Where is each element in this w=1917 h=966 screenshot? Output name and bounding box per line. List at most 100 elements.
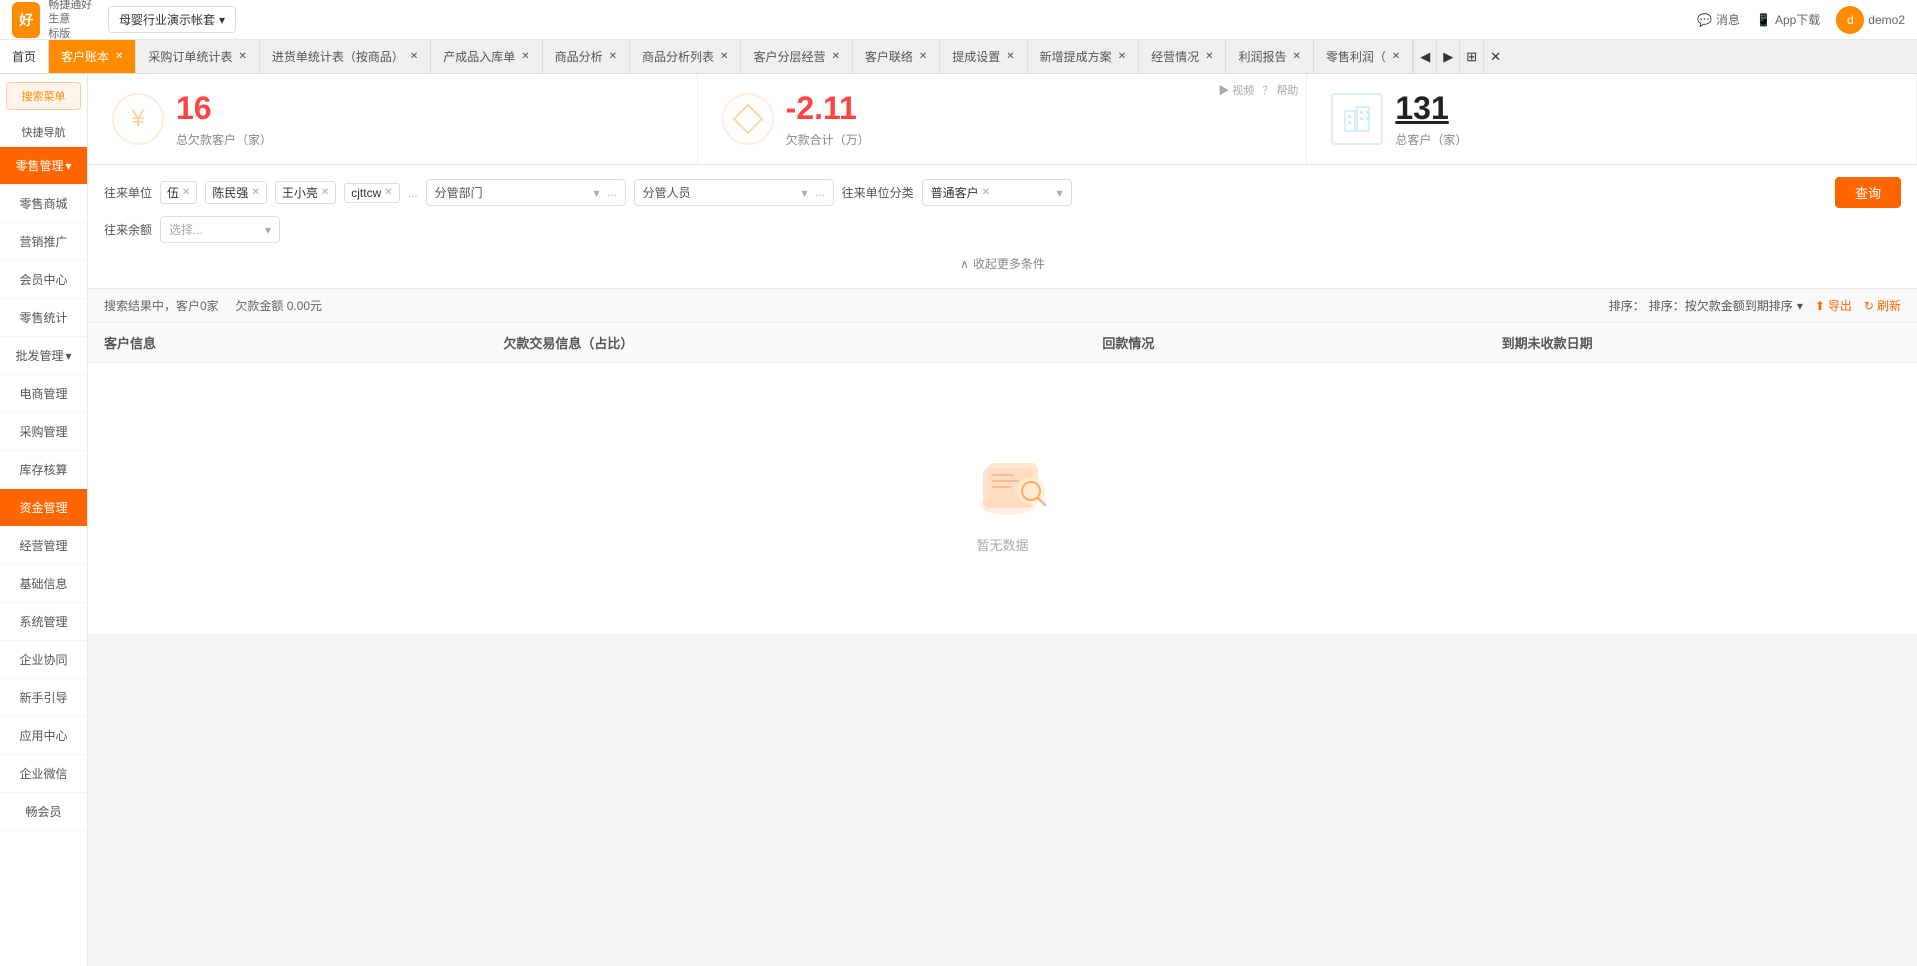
tab-close-product-analysis-list[interactable]: ✕ (720, 51, 728, 62)
sidebar-item-basic-info[interactable]: 基础信息 (0, 565, 87, 603)
tab-profit-report[interactable]: 利润报告 ✕ (1226, 40, 1313, 74)
tab-purchase-stats[interactable]: 进货单统计表（按商品） ✕ (260, 40, 431, 74)
dept-selector[interactable]: 分管部门 ▾ ... (426, 179, 626, 206)
chevron-down-icon: ▾ (1797, 299, 1803, 313)
sidebar-item-inventory[interactable]: 库存核算 (0, 451, 87, 489)
empty-state: 暂无数据 (88, 363, 1917, 634)
sidebar-item-enterprise-collab[interactable]: 企业协同 (0, 641, 87, 679)
balance-selector[interactable]: 选择... ▾ (160, 216, 280, 243)
sidebar-item-purchase[interactable]: 采购管理 (0, 413, 87, 451)
tab-close-new-commission[interactable]: ✕ (1118, 51, 1126, 62)
tab-purchase-order[interactable]: 采购订单统计表 ✕ (136, 40, 259, 74)
filter-tag-close-1[interactable]: ✕ (182, 187, 190, 198)
sidebar-item-ecommerce[interactable]: 电商管理 (0, 375, 87, 413)
top-header: 好 畅捷通好生意 标版 母婴行业演示帐套 ▾ 💬 消息 📱 App下载 d de… (0, 0, 1917, 40)
filter-tag-close-2[interactable]: ✕ (251, 187, 259, 198)
person-selector[interactable]: 分管人员 ▾ ... (634, 179, 834, 206)
video-link[interactable]: ▶ 视频 (1218, 82, 1254, 98)
tab-close-purchase-order[interactable]: ✕ (238, 51, 246, 62)
tab-finished-goods[interactable]: 产成品入库单 ✕ (431, 40, 542, 74)
filter-label-unit: 往来单位 (104, 184, 152, 201)
tab-customer-ledger[interactable]: 客户账本 ✕ (49, 40, 136, 74)
collapse-filter-btn[interactable]: ∧ 收起更多条件 (104, 251, 1901, 276)
tab-nav-next[interactable]: ▶ (1436, 40, 1459, 74)
table-col-debt-info: 欠款交易信息（占比） (503, 333, 1102, 352)
user-menu[interactable]: d demo2 (1836, 6, 1905, 34)
tab-close-finished-goods[interactable]: ✕ (521, 51, 529, 62)
stat-label-total-customers: 总客户（家） (1395, 131, 1467, 148)
sidebar-item-marketing[interactable]: 营销推广 (0, 223, 87, 261)
tab-close-customer-contact[interactable]: ✕ (919, 51, 927, 62)
tab-customer-tier[interactable]: 客户分层经营 ✕ (741, 40, 852, 74)
tab-close-customer-tier[interactable]: ✕ (831, 51, 839, 62)
tab-close-commission-settings[interactable]: ✕ (1006, 51, 1014, 62)
refresh-btn[interactable]: ↻ 刷新 (1864, 297, 1901, 314)
filter-tag-1[interactable]: 伍 ✕ (160, 181, 197, 204)
quick-nav-btn[interactable]: 快捷导航 (0, 118, 87, 147)
sidebar-item-new-guide[interactable]: 新手引导 (0, 679, 87, 717)
tab-nav-expand[interactable]: ⊞ (1459, 40, 1483, 74)
category-tag-close[interactable]: ✕ (982, 187, 990, 198)
chevron-down-icon: ▾ (801, 186, 807, 200)
category-tag[interactable]: 普通客户 ✕ (931, 184, 990, 201)
table-col-collection: 回款情况 (1102, 333, 1501, 352)
tab-close-purchase-stats[interactable]: ✕ (410, 51, 418, 62)
sidebar-item-app-center[interactable]: 应用中心 (0, 717, 87, 755)
tab-close-customer-ledger[interactable]: ✕ (115, 51, 123, 62)
table-col-customer-info: 客户信息 (104, 333, 503, 352)
tab-new-commission[interactable]: 新增提成方案 ✕ (1028, 40, 1139, 74)
filter-more-units[interactable]: ... (408, 186, 418, 200)
tab-customer-contact[interactable]: 客户联络 ✕ (853, 40, 940, 74)
sidebar-item-retail-management[interactable]: 零售管理 ▾ (0, 147, 87, 185)
search-menu-btn[interactable]: 搜索菜单 (6, 82, 81, 110)
sidebar-item-retail-mall[interactable]: 零售商城 (0, 185, 87, 223)
export-btn[interactable]: ⬆ 导出 (1815, 297, 1852, 314)
sidebar-item-wholesale[interactable]: 批发管理 ▾ (0, 337, 87, 375)
sort-icon: 排序： (1609, 297, 1645, 314)
sidebar-item-system[interactable]: 系统管理 (0, 603, 87, 641)
stat-number-total-customers: 131 (1395, 90, 1467, 127)
tab-nav-prev[interactable]: ◀ (1413, 40, 1436, 74)
sidebar-item-enterprise-wechat[interactable]: 企业微信 (0, 755, 87, 793)
sidebar-item-membership[interactable]: 会员中心 (0, 261, 87, 299)
dept-more-icon: ... (607, 187, 616, 199)
tab-close-profit-report[interactable]: ✕ (1293, 51, 1301, 62)
filter-tag-close-4[interactable]: ✕ (384, 187, 392, 198)
chevron-up-icon: ∧ (960, 257, 969, 271)
chevron-down-icon: ▾ (265, 223, 271, 237)
avatar: d (1836, 6, 1864, 34)
sidebar-item-finance[interactable]: 资金管理 (0, 489, 87, 527)
tab-close-product-analysis[interactable]: ✕ (609, 51, 617, 62)
filter-tag-3[interactable]: 王小亮 ✕ (275, 181, 336, 204)
query-button[interactable]: 查询 (1835, 177, 1901, 208)
empty-icon (963, 443, 1043, 523)
sort-selector[interactable]: 排序： 排序：按欠款金额到期排序 ▾ (1609, 297, 1803, 314)
stat-icon-1: ¥ (112, 93, 164, 145)
help-link[interactable]: ？ 帮助 (1262, 82, 1298, 98)
refresh-icon: ↻ (1864, 299, 1874, 313)
sidebar-item-retail-stats[interactable]: 零售统计 (0, 299, 87, 337)
tab-close-retail-profit[interactable]: ✕ (1392, 51, 1400, 62)
tab-commission-settings[interactable]: 提成设置 ✕ (940, 40, 1027, 74)
stat-label-debt-total: 欠款合计（万） (786, 131, 870, 148)
sidebar-item-operations[interactable]: 经营管理 (0, 527, 87, 565)
category-selector[interactable]: 普通客户 ✕ ▾ (922, 179, 1072, 206)
messages-btn[interactable]: 💬 消息 (1697, 11, 1740, 28)
tab-business-status[interactable]: 经营情况 ✕ (1139, 40, 1226, 74)
building-icon (1341, 103, 1373, 135)
tab-product-analysis-list[interactable]: 商品分析列表 ✕ (630, 40, 741, 74)
sidebar-item-member[interactable]: 畅会员 (0, 793, 87, 831)
account-selector[interactable]: 母婴行业演示帐套 ▾ (108, 6, 236, 33)
filter-label-balance: 往来余额 (104, 221, 152, 238)
filter-tag-4[interactable]: cjttcw ✕ (344, 183, 399, 203)
app-download-btn[interactable]: 📱 App下载 (1756, 11, 1820, 28)
content-area: ¥ 16 总欠款客户（家） -2.11 (88, 74, 1917, 966)
tab-close-business-status[interactable]: ✕ (1205, 51, 1213, 62)
filter-tag-close-3[interactable]: ✕ (321, 187, 329, 198)
tab-nav-close-all[interactable]: ✕ (1483, 40, 1507, 74)
tab-retail-profit[interactable]: 零售利润（ ✕ (1314, 40, 1413, 74)
tab-home[interactable]: 首页 (0, 40, 49, 74)
filter-tag-2[interactable]: 陈民强 ✕ (205, 181, 266, 204)
chevron-down-icon: ▾ (1057, 186, 1063, 200)
tab-product-analysis[interactable]: 商品分析 ✕ (543, 40, 630, 74)
